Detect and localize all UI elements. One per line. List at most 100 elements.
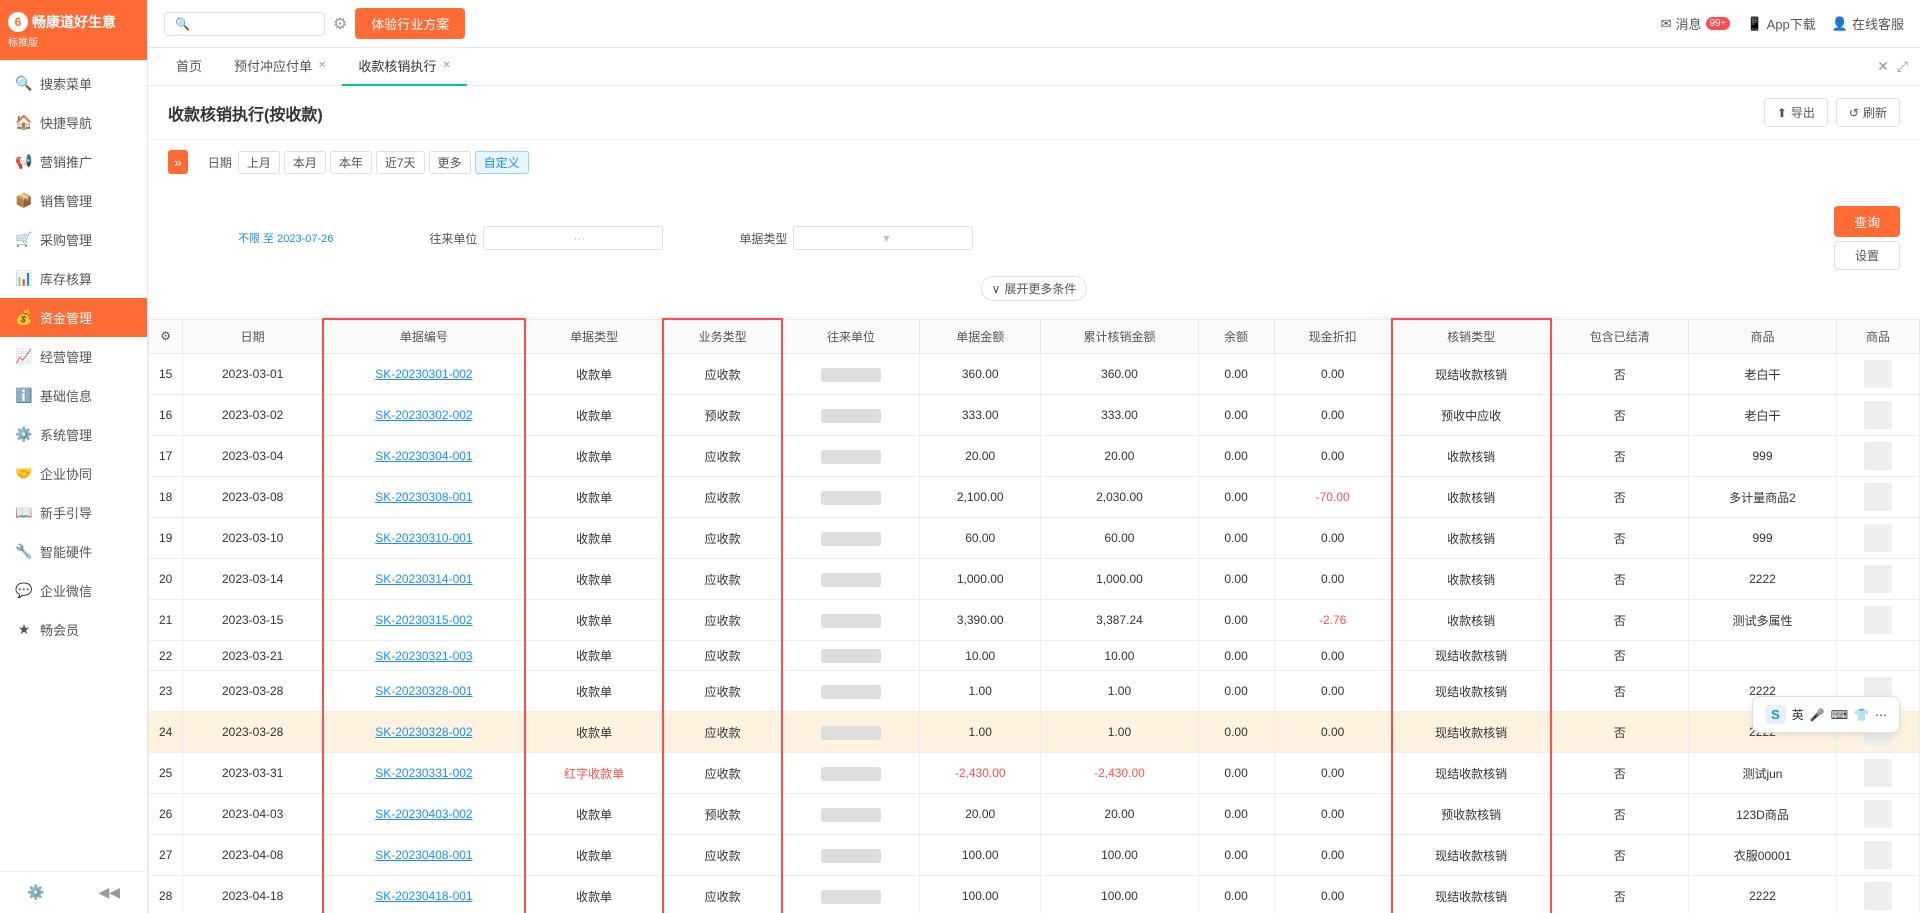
doc-no-link[interactable]: SK-20230308-001 [375, 490, 472, 504]
cell-acc-amount: 20.00 [1041, 436, 1198, 477]
doc-no-link[interactable]: SK-20230301-002 [375, 367, 472, 381]
sidebar-item-基础信息[interactable]: ℹ️基础信息 [0, 376, 147, 415]
nav-label-14: 畅会员 [40, 620, 79, 639]
topbar-left: 🔍 ⚙ 体验行业方案 [164, 8, 1649, 39]
cell-product1: 123D商品 [1688, 794, 1836, 835]
cell-balance: 0.00 [1198, 559, 1274, 600]
cell-party [782, 354, 920, 395]
doc-no-link[interactable]: SK-20230331-002 [375, 766, 472, 780]
filter-vtype-select[interactable]: ▾ [793, 226, 973, 250]
table-row: 18 2023-03-08 SK-20230308-001 收款单 应收款 2,… [149, 477, 1920, 518]
query-button[interactable]: 查询 [1834, 206, 1900, 237]
cell-date: 2023-03-14 [183, 559, 323, 600]
sidebar-item-采购管理[interactable]: 🛒采购管理 [0, 220, 147, 259]
doc-no-link[interactable]: SK-20230302-002 [375, 408, 472, 422]
expand-tab-icon[interactable]: ⤢ [1897, 58, 1908, 75]
doc-no-link[interactable]: SK-20230418-001 [375, 889, 472, 903]
cell-settled: 否 [1551, 641, 1689, 671]
sidebar-item-新手引导[interactable]: 📖新手引导 [0, 493, 147, 532]
filter-date-label: 日期 [208, 154, 232, 171]
topbar-search-box[interactable]: 🔍 [164, 12, 325, 36]
cell-doc-no: SK-20230408-001 [323, 835, 525, 876]
cell-no: 18 [149, 477, 183, 518]
messages-wrap[interactable]: ✉ 消息 99+ [1661, 14, 1731, 33]
doc-no-link[interactable]: SK-20230328-001 [375, 684, 472, 698]
this-month-btn[interactable]: 本月 [284, 151, 326, 174]
doc-no-link[interactable]: SK-20230304-001 [375, 449, 472, 463]
settings-gear-icon[interactable]: ⚙ [333, 14, 347, 34]
mic-icon[interactable]: 🎤 [1810, 708, 1825, 722]
last-7days-btn[interactable]: 近7天 [376, 151, 425, 174]
table-row: 24 2023-03-28 SK-20230328-002 收款单 应收款 1.… [149, 712, 1920, 753]
tab-home[interactable]: 首页 [160, 48, 218, 86]
nav-label-7: 经营管理 [40, 347, 92, 366]
sidebar-item-库存核算[interactable]: 📊库存核算 [0, 259, 147, 298]
this-year-btn[interactable]: 本年 [330, 151, 372, 174]
filter-toggle-button[interactable]: » [168, 150, 188, 174]
cell-product2 [1837, 477, 1920, 518]
table-row: 28 2023-04-18 SK-20230418-001 收款单 应收款 10… [149, 876, 1920, 913]
sidebar-item-经营管理[interactable]: 📈经营管理 [0, 337, 147, 376]
floating-toolbar[interactable]: S 英 🎤 ⌨ 👕 ⋯ [1752, 696, 1900, 733]
sidebar-item-企业协同[interactable]: 🤝企业协同 [0, 454, 147, 493]
sidebar-item-企业微信[interactable]: 💬企业微信 [0, 571, 147, 610]
close-receipt-icon[interactable]: ✕ [442, 60, 450, 71]
cell-biz-type: 应收款 [663, 559, 781, 600]
more-date-btn[interactable]: 更多 [429, 151, 471, 174]
cell-date: 2023-04-03 [183, 794, 323, 835]
doc-no-link[interactable]: SK-20230403-002 [375, 807, 472, 821]
cell-verify-type: 收款核销 [1392, 518, 1551, 559]
nav-label-6: 资金管理 [40, 308, 92, 327]
tab-receipt-verify[interactable]: 收款核销执行 ✕ [342, 48, 466, 86]
industry-solution-button[interactable]: 体验行业方案 [355, 8, 465, 39]
cell-acc-amount: 1,000.00 [1041, 559, 1198, 600]
expand-conditions-btn[interactable]: ∨ 展开更多条件 [981, 276, 1088, 301]
page-header-actions: ⬆ 导出 ↺ 刷新 [1764, 98, 1900, 127]
doc-no-link[interactable]: SK-20230321-003 [375, 649, 472, 663]
sidebar-item-智能硬件[interactable]: 🔧智能硬件 [0, 532, 147, 571]
sidebar-item-快捷导航[interactable]: 🏠快捷导航 [0, 103, 147, 142]
cell-no: 27 [149, 835, 183, 876]
table-row: 22 2023-03-21 SK-20230321-003 收款单 应收款 10… [149, 641, 1920, 671]
tab-prepay[interactable]: 预付冲应付单 ✕ [218, 48, 342, 86]
close-prepay-icon[interactable]: ✕ [318, 60, 326, 71]
doc-no-link[interactable]: SK-20230328-002 [375, 725, 472, 739]
doc-no-link[interactable]: SK-20230315-002 [375, 613, 472, 627]
app-download-wrap[interactable]: 📱 App下载 [1746, 14, 1815, 33]
more-icon[interactable]: ⋯ [1875, 708, 1887, 722]
last-month-btn[interactable]: 上月 [238, 151, 280, 174]
settings-icon[interactable]: ⚙️ [27, 884, 44, 901]
online-service-wrap[interactable]: 👤 在线客服 [1832, 14, 1904, 33]
search-input[interactable] [194, 17, 314, 31]
sidebar-item-畅会员[interactable]: ★畅会员 [0, 610, 147, 649]
cell-product2 [1837, 354, 1920, 395]
expand-icon: ∨ [992, 282, 1001, 296]
collapse-icon[interactable]: ◀◀ [98, 884, 120, 901]
cell-discount: 0.00 [1274, 835, 1392, 876]
th-date: 日期 [183, 319, 323, 354]
cell-doc-type: 收款单 [525, 712, 664, 753]
doc-no-link[interactable]: SK-20230408-001 [375, 848, 472, 862]
data-table-wrap: ⚙ 日期 单据编号 单据类型 业务类型 往来单位 单据金额 累计核销金额 余额 … [148, 318, 1920, 913]
cell-no: 26 [149, 794, 183, 835]
filter-settings-button[interactable]: 设置 [1834, 241, 1900, 270]
cell-product1: 2222 [1688, 876, 1836, 913]
shirt-icon[interactable]: 👕 [1854, 708, 1869, 722]
close-tab-icon[interactable]: ✕ [1877, 58, 1889, 75]
refresh-button[interactable]: ↺ 刷新 [1836, 98, 1900, 127]
custom-date-btn[interactable]: 自定义 [475, 151, 529, 174]
doc-no-link[interactable]: SK-20230314-001 [375, 572, 472, 586]
sidebar-item-营销推广[interactable]: 📢营销推广 [0, 142, 147, 181]
cell-party [782, 712, 920, 753]
doc-no-link[interactable]: SK-20230310-001 [375, 531, 472, 545]
sidebar-item-搜索菜单[interactable]: 🔍搜索菜单 [0, 64, 147, 103]
topbar: 🔍 ⚙ 体验行业方案 ✉ 消息 99+ 📱 App下载 👤 在线客服 [148, 0, 1920, 48]
filter-party-input[interactable]: ··· [483, 226, 663, 250]
export-button[interactable]: ⬆ 导出 [1764, 98, 1828, 127]
cell-discount: 0.00 [1274, 395, 1392, 436]
sidebar-item-系统管理[interactable]: ⚙️系统管理 [0, 415, 147, 454]
cell-verify-type: 现结收款核销 [1392, 835, 1551, 876]
sidebar-item-资金管理[interactable]: 💰资金管理 [0, 298, 147, 337]
sidebar-item-销售管理[interactable]: 📦销售管理 [0, 181, 147, 220]
keyboard-icon[interactable]: ⌨ [1831, 708, 1848, 722]
